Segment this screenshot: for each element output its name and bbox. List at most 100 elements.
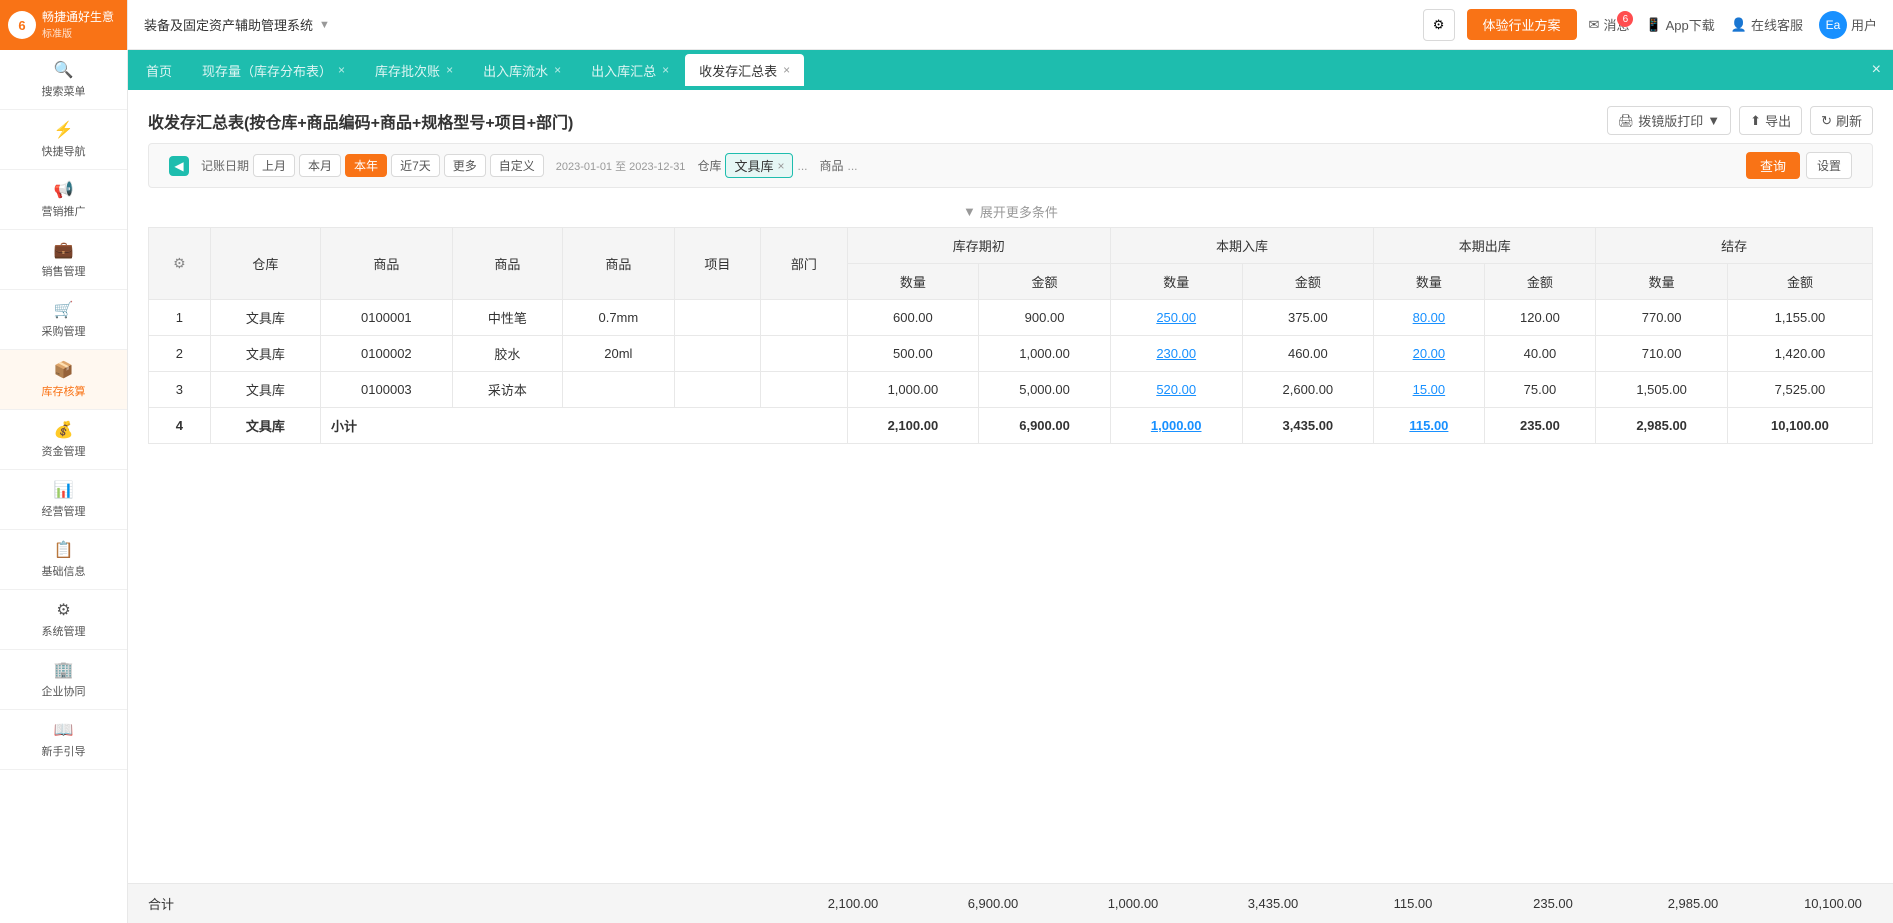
date-range-text: 2023-01-01 至 2023-12-31 <box>556 158 686 174</box>
tab-close-icon[interactable]: × <box>338 63 345 77</box>
tab-close-icon[interactable]: × <box>446 63 453 77</box>
sidebar-item-purchase[interactable]: 🛒 采购管理 <box>0 290 127 350</box>
chevron-down-icon: ▼ <box>963 204 976 219</box>
sidebar-item-label: 采购管理 <box>42 323 86 339</box>
message-button[interactable]: ✉ 6 消息 <box>1589 15 1630 34</box>
print-button[interactable]: 🖨 拨镜版打印 ▼ <box>1607 106 1731 135</box>
column-settings-icon[interactable]: ⚙ <box>173 255 186 271</box>
date-7days-button[interactable]: 近7天 <box>391 154 440 177</box>
row-open-amt: 5,000.00 <box>979 372 1111 408</box>
row-out-qty[interactable]: 80.00 <box>1374 300 1484 336</box>
filter-settings-button[interactable]: 设置 <box>1806 152 1852 179</box>
query-button[interactable]: 查询 <box>1746 152 1800 179</box>
gear-icon: ⚙ <box>1433 17 1445 33</box>
user-button[interactable]: Ea 用户 <box>1819 11 1877 39</box>
col-out-amt-header: 金额 <box>1484 264 1596 300</box>
subtotal-bal-qty: 2,985.00 <box>1596 408 1728 444</box>
tab-stock-dist[interactable]: 现存量（库存分布表） × <box>188 54 359 86</box>
sidebar-item-label: 企业协同 <box>42 683 86 699</box>
subtotal-out-qty[interactable]: 115.00 <box>1374 408 1484 444</box>
tab-label: 出入库汇总 <box>591 61 656 80</box>
row-project <box>674 300 760 336</box>
dropdown-icon: ▼ <box>319 19 330 31</box>
subtotal-open-amt: 6,900.00 <box>979 408 1111 444</box>
avatar: Ea <box>1819 11 1847 39</box>
row-bal-amt: 7,525.00 <box>1727 372 1872 408</box>
row-out-qty[interactable]: 15.00 <box>1374 372 1484 408</box>
sidebar-item-label: 新手引导 <box>42 743 86 759</box>
sidebar-item-system[interactable]: ⚙ 系统管理 <box>0 590 127 650</box>
sidebar-item-finance[interactable]: 💰 资金管理 <box>0 410 127 470</box>
row-open-qty: 600.00 <box>847 300 979 336</box>
warehouse-tag-close-icon[interactable]: × <box>777 159 784 173</box>
refresh-label: 刷新 <box>1836 111 1862 130</box>
sidebar-item-quick-nav[interactable]: ⚡ 快捷导航 <box>0 110 127 170</box>
row-in-amt: 375.00 <box>1242 300 1374 336</box>
col-goods-spec-header: 商品 <box>563 228 675 300</box>
row-bal-amt: 1,420.00 <box>1727 336 1872 372</box>
sidebar-item-newuser[interactable]: 📖 新手引导 <box>0 710 127 770</box>
tab-label: 库存批次账 <box>375 61 440 80</box>
sidebar-item-basic[interactable]: 📋 基础信息 <box>0 530 127 590</box>
col-settings-header[interactable]: ⚙ <box>149 228 211 300</box>
expand-more-button[interactable]: ▼ 展开更多条件 <box>963 202 1058 221</box>
tab-close-icon[interactable]: × <box>662 63 669 77</box>
tab-label: 现存量（库存分布表） <box>202 61 332 80</box>
row-out-qty[interactable]: 20.00 <box>1374 336 1484 372</box>
enterprise-icon: 🏢 <box>54 660 74 680</box>
row-goods-name: 胶水 <box>452 336 562 372</box>
total-bal-amt: 10,100.00 <box>1804 896 1862 911</box>
date-this-year-button[interactable]: 本年 <box>345 154 387 177</box>
sidebar-item-enterprise[interactable]: 🏢 企业协同 <box>0 650 127 710</box>
user-label: 用户 <box>1851 15 1877 34</box>
phone-icon: 📱 <box>1645 17 1661 33</box>
row-out-amt: 40.00 <box>1484 336 1596 372</box>
online-service-button[interactable]: 👤 在线客服 <box>1731 15 1803 34</box>
row-warehouse: 文具库 <box>210 336 320 372</box>
tab-close-icon[interactable]: × <box>554 63 561 77</box>
row-bal-qty: 1,505.00 <box>1596 372 1728 408</box>
sidebar-item-label: 系统管理 <box>42 623 86 639</box>
tab-home[interactable]: 首页 <box>132 54 186 86</box>
table-row: 2 文具库 0100002 胶水 20ml 500.00 1,000.00 23… <box>149 336 1873 372</box>
date-prev-month-button[interactable]: 上月 <box>253 154 295 177</box>
row-open-qty: 1,000.00 <box>847 372 979 408</box>
row-in-qty[interactable]: 230.00 <box>1110 336 1242 372</box>
sidebar-item-inventory[interactable]: 📦 库存核算 <box>0 350 127 410</box>
warehouse-tag-value: 文具库 <box>734 156 773 175</box>
sidebar-item-search[interactable]: 🔍 搜索菜单 <box>0 50 127 110</box>
filter-date-group: 记账日期 上月 本月 本年 近7天 更多 自定义 <box>201 154 544 177</box>
refresh-button[interactable]: ↻ 刷新 <box>1810 106 1873 135</box>
tab-batch[interactable]: 库存批次账 × <box>361 54 467 86</box>
tab-label: 出入库流水 <box>483 61 548 80</box>
sidebar-item-marketing[interactable]: 📢 营销推广 <box>0 170 127 230</box>
sidebar-item-sales[interactable]: 💼 销售管理 <box>0 230 127 290</box>
subtotal-row: 4 文具库 小计 2,100.00 6,900.00 1,000.00 3,43… <box>149 408 1873 444</box>
tab-close-icon[interactable]: × <box>783 63 790 77</box>
try-industry-button[interactable]: 体验行业方案 <box>1467 9 1577 40</box>
settings-gear-button[interactable]: ⚙ <box>1423 9 1455 41</box>
tab-inout-flow[interactable]: 出入库流水 × <box>469 54 575 86</box>
date-custom-button[interactable]: 自定义 <box>490 154 544 177</box>
export-button[interactable]: ⬆ 导出 <box>1739 106 1802 135</box>
date-more-button[interactable]: 更多 <box>444 154 486 177</box>
subtotal-in-qty[interactable]: 1,000.00 <box>1110 408 1242 444</box>
page-title: 收发存汇总表(按仓库+商品编码+商品+规格型号+项目+部门) <box>148 109 573 133</box>
app-download-button[interactable]: 📱 App下载 <box>1645 15 1714 34</box>
warehouse-more[interactable]: ... <box>797 159 807 173</box>
date-this-month-button[interactable]: 本月 <box>299 154 341 177</box>
finance-icon: 💰 <box>54 420 74 440</box>
sidebar-item-operation[interactable]: 📊 经营管理 <box>0 470 127 530</box>
tab-inout-summary[interactable]: 出入库汇总 × <box>577 54 683 86</box>
tab-receive-summary[interactable]: 收发存汇总表 × <box>685 54 804 86</box>
goods-more[interactable]: ... <box>848 159 858 173</box>
row-in-qty[interactable]: 520.00 <box>1110 372 1242 408</box>
close-all-tabs-button[interactable]: × <box>1864 61 1889 79</box>
row-goods-code: 0100002 <box>321 336 453 372</box>
subtotal-out-amt: 235.00 <box>1484 408 1596 444</box>
app-name: 畅捷通好生意 <box>42 10 114 26</box>
row-in-qty[interactable]: 250.00 <box>1110 300 1242 336</box>
warehouse-tag[interactable]: 文具库 × <box>725 153 793 178</box>
filter-toggle-button[interactable]: ◀ <box>169 156 189 176</box>
quick-nav-icon: ⚡ <box>54 120 74 140</box>
